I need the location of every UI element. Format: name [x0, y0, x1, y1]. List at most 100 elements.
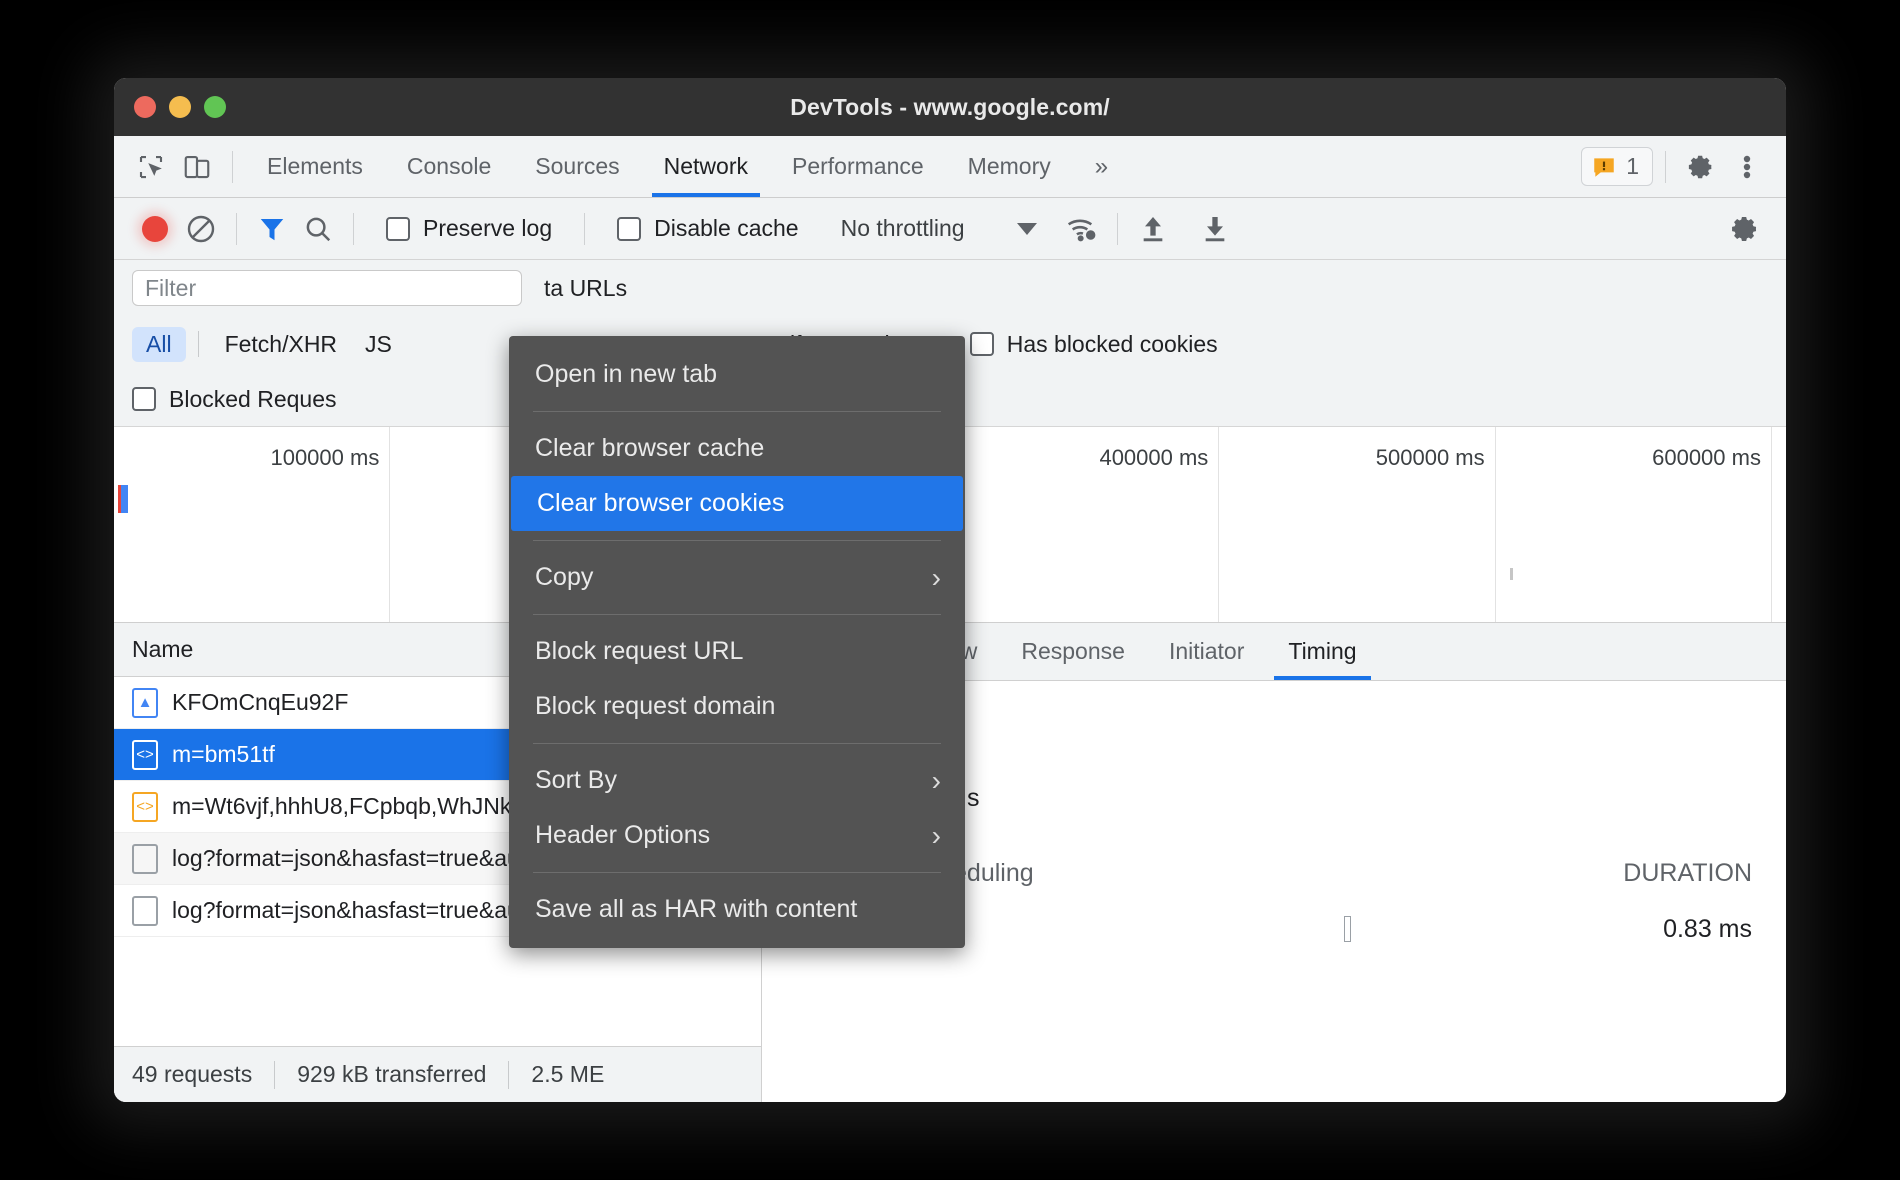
menu-item-open-in-new-tab[interactable]: Open in new tab [509, 347, 965, 402]
overview-segment: 600000 ms [1496, 427, 1772, 622]
network-toolbar-right [1722, 206, 1786, 252]
divider [508, 1061, 509, 1089]
filter-icon[interactable] [249, 206, 295, 252]
divider [274, 1061, 275, 1089]
type-filter-fetch-xhr[interactable]: Fetch/XHR [211, 327, 351, 362]
network-conditions-icon[interactable] [1059, 206, 1105, 252]
warning-count: 1 [1626, 153, 1639, 180]
menu-separator [533, 540, 941, 541]
context-menu[interactable]: Open in new tab Clear browser cache Clea… [509, 336, 965, 948]
devtools-window: DevTools - www.google.com/ Elements Cons… [114, 78, 1786, 1102]
overview-segment: 500000 ms [1219, 427, 1495, 622]
toolbar-divider [353, 213, 354, 245]
window-title: DevTools - www.google.com/ [114, 94, 1786, 121]
overview-segment: 100000 ms [114, 427, 390, 622]
tab-label: Memory [968, 153, 1051, 180]
tab-network[interactable]: Network [642, 136, 770, 197]
blocked-requests-checkbox[interactable]: Blocked Reques [132, 386, 337, 413]
disable-cache-label: Disable cache [654, 215, 798, 242]
upload-har-icon[interactable] [1130, 206, 1176, 252]
more-tabs-button[interactable]: » [1073, 136, 1127, 197]
tab-label: Response [1021, 638, 1125, 665]
tab-timing[interactable]: Timing [1266, 623, 1378, 680]
tab-console[interactable]: Console [385, 136, 513, 197]
timing-bar-cell [1150, 914, 1592, 944]
network-settings-gear-icon[interactable] [1722, 206, 1768, 252]
request-name: m=Wt6vjf,hhhU8,FCpbqb,WhJNk [172, 793, 511, 820]
menu-item-header-options[interactable]: Header Options › [509, 808, 965, 863]
request-name: m=bm51tf [172, 741, 275, 768]
overview-segment: 400000 ms [943, 427, 1219, 622]
record-stop-icon[interactable] [132, 206, 178, 252]
has-blocked-cookies-checkbox[interactable]: Has blocked cookies [970, 331, 1218, 358]
disable-cache-checkbox[interactable]: Disable cache [617, 215, 798, 242]
throttling-value: No throttling [841, 215, 965, 242]
menu-item-clear-browser-cookies[interactable]: Clear browser cookies [511, 476, 963, 531]
menu-item-label: Clear browser cookies [537, 489, 784, 518]
menu-item-block-request-url[interactable]: Block request URL [509, 624, 965, 679]
type-filter-js[interactable]: JS [351, 327, 406, 362]
tab-elements[interactable]: Elements [245, 136, 385, 197]
overview-edge [1772, 427, 1786, 622]
menu-item-label: Save all as HAR with content [535, 895, 857, 924]
menu-item-label: Clear browser cache [535, 434, 764, 463]
menu-item-block-request-domain[interactable]: Block request domain [509, 679, 965, 734]
chevron-right-icon: › [932, 822, 941, 850]
type-filter-all[interactable]: All [132, 327, 186, 362]
script-icon: <> [132, 792, 158, 822]
tab-performance[interactable]: Performance [770, 136, 946, 197]
window-titlebar: DevTools - www.google.com/ [114, 78, 1786, 136]
clear-icon[interactable] [178, 206, 224, 252]
chevron-double-right-icon: » [1095, 153, 1105, 181]
menu-item-sort-by[interactable]: Sort By › [509, 753, 965, 808]
filter-placeholder: Filter [145, 275, 196, 302]
tabbar-divider [1665, 151, 1666, 183]
preserve-log-checkbox[interactable]: Preserve log [386, 215, 552, 242]
tab-sources[interactable]: Sources [513, 136, 641, 197]
menu-item-label: Copy [535, 563, 593, 592]
search-icon[interactable] [295, 206, 341, 252]
inspect-element-icon[interactable] [128, 144, 174, 190]
device-toolbar-icon[interactable] [174, 144, 220, 190]
warning-badge[interactable]: 1 [1581, 147, 1653, 186]
timing-duration: 0.83 ms [1592, 915, 1752, 944]
menu-item-label: Block request domain [535, 692, 775, 721]
tab-initiator[interactable]: Initiator [1147, 623, 1266, 680]
network-statusbar: 49 requests 929 kB transferred 2.5 ME [114, 1046, 761, 1102]
status-transferred: 929 kB transferred [297, 1061, 486, 1088]
status-resources: 2.5 ME [531, 1061, 604, 1088]
kebab-menu-icon[interactable] [1724, 144, 1770, 190]
checkbox-box[interactable] [617, 217, 641, 241]
filter-input[interactable]: Filter [132, 270, 522, 306]
tab-memory[interactable]: Memory [946, 136, 1073, 197]
menu-item-save-all-as-har[interactable]: Save all as HAR with content [509, 882, 965, 937]
throttling-select[interactable]: No throttling [841, 215, 1037, 242]
filter-row: Filter ta URLs [114, 260, 1786, 316]
tab-label: Elements [267, 153, 363, 180]
checkbox-box[interactable] [132, 387, 156, 411]
gear-icon[interactable] [1678, 144, 1724, 190]
column-header-name: Name [132, 636, 193, 663]
menu-item-copy[interactable]: Copy › [509, 550, 965, 605]
generic-file-icon: · [132, 844, 158, 874]
overview-request-bar [118, 485, 128, 513]
screen: DevTools - www.google.com/ Elements Cons… [0, 0, 1900, 1180]
checkbox-box[interactable] [386, 217, 410, 241]
checkbox-box[interactable] [970, 332, 994, 356]
chevron-down-icon[interactable] [1017, 223, 1037, 235]
tab-response[interactable]: Response [999, 623, 1147, 680]
preserve-log-label: Preserve log [423, 215, 552, 242]
duration-column-header: DURATION [1623, 859, 1752, 888]
toolbar-divider [1117, 213, 1118, 245]
overview-tick-label: 400000 ms [1099, 445, 1208, 471]
download-har-icon[interactable] [1192, 206, 1238, 252]
devtools-tabbar: Elements Console Sources Network Perform… [114, 136, 1786, 198]
tab-label: Initiator [1169, 638, 1244, 665]
tab-label: Timing [1288, 638, 1356, 665]
panel-tabs: Elements Console Sources Network Perform… [245, 136, 1127, 197]
timing-bar [1344, 916, 1351, 942]
menu-item-label: Block request URL [535, 637, 743, 666]
menu-item-label: Header Options [535, 821, 710, 850]
menu-item-clear-browser-cache[interactable]: Clear browser cache [509, 421, 965, 476]
menu-separator [533, 411, 941, 412]
